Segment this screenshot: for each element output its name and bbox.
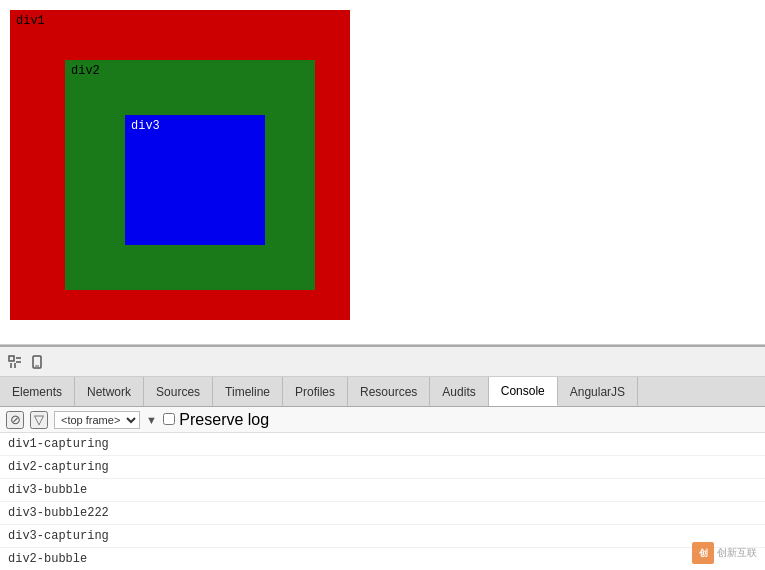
tab-elements[interactable]: Elements <box>0 377 75 406</box>
tab-console[interactable]: Console <box>489 377 558 406</box>
console-line: div3-capturing <box>0 525 765 548</box>
dropdown-arrow: ▼ <box>146 414 157 426</box>
tab-sources[interactable]: Sources <box>144 377 213 406</box>
console-output: div1-capturing div2-capturing div3-bubbl… <box>0 433 765 570</box>
devtools-tabs: Elements Network Sources Timeline Profil… <box>0 377 765 407</box>
tab-angularjs[interactable]: AngularJS <box>558 377 638 406</box>
watermark-icon: 创 <box>692 542 714 564</box>
inspect-element-button[interactable] <box>4 351 26 373</box>
devtools-toolbar <box>0 347 765 377</box>
console-line: div3-bubble <box>0 479 765 502</box>
devtools-panel: Elements Network Sources Timeline Profil… <box>0 345 765 570</box>
watermark-text: 创新互联 <box>717 546 757 560</box>
console-line: div2-bubble <box>0 548 765 570</box>
filter-button[interactable]: ▽ <box>30 411 48 429</box>
div1[interactable]: div1 div2 div3 <box>10 10 350 320</box>
frame-select[interactable]: <top frame> <box>54 411 140 429</box>
clear-console-button[interactable]: ⊘ <box>6 411 24 429</box>
div2-label: div2 <box>71 64 100 78</box>
mobile-button[interactable] <box>26 351 48 373</box>
div3[interactable]: div3 <box>125 115 265 245</box>
preserve-log-label[interactable]: Preserve log <box>163 411 269 429</box>
div1-label: div1 <box>16 14 45 28</box>
tab-network[interactable]: Network <box>75 377 144 406</box>
console-line: div1-capturing <box>0 433 765 456</box>
div3-label: div3 <box>131 119 160 133</box>
tab-resources[interactable]: Resources <box>348 377 430 406</box>
watermark: 创 创新互联 <box>692 542 757 564</box>
demo-area: div1 div2 div3 <box>10 10 350 320</box>
svg-rect-0 <box>9 356 14 361</box>
main-content: div1 div2 div3 <box>0 0 765 345</box>
div2[interactable]: div2 div3 <box>65 60 315 290</box>
tab-timeline[interactable]: Timeline <box>213 377 283 406</box>
preserve-log-checkbox[interactable] <box>163 413 175 425</box>
console-line: div2-capturing <box>0 456 765 479</box>
tab-audits[interactable]: Audits <box>430 377 488 406</box>
tab-profiles[interactable]: Profiles <box>283 377 348 406</box>
console-toolbar: ⊘ ▽ <top frame> ▼ Preserve log <box>0 407 765 433</box>
console-line: div3-bubble222 <box>0 502 765 525</box>
